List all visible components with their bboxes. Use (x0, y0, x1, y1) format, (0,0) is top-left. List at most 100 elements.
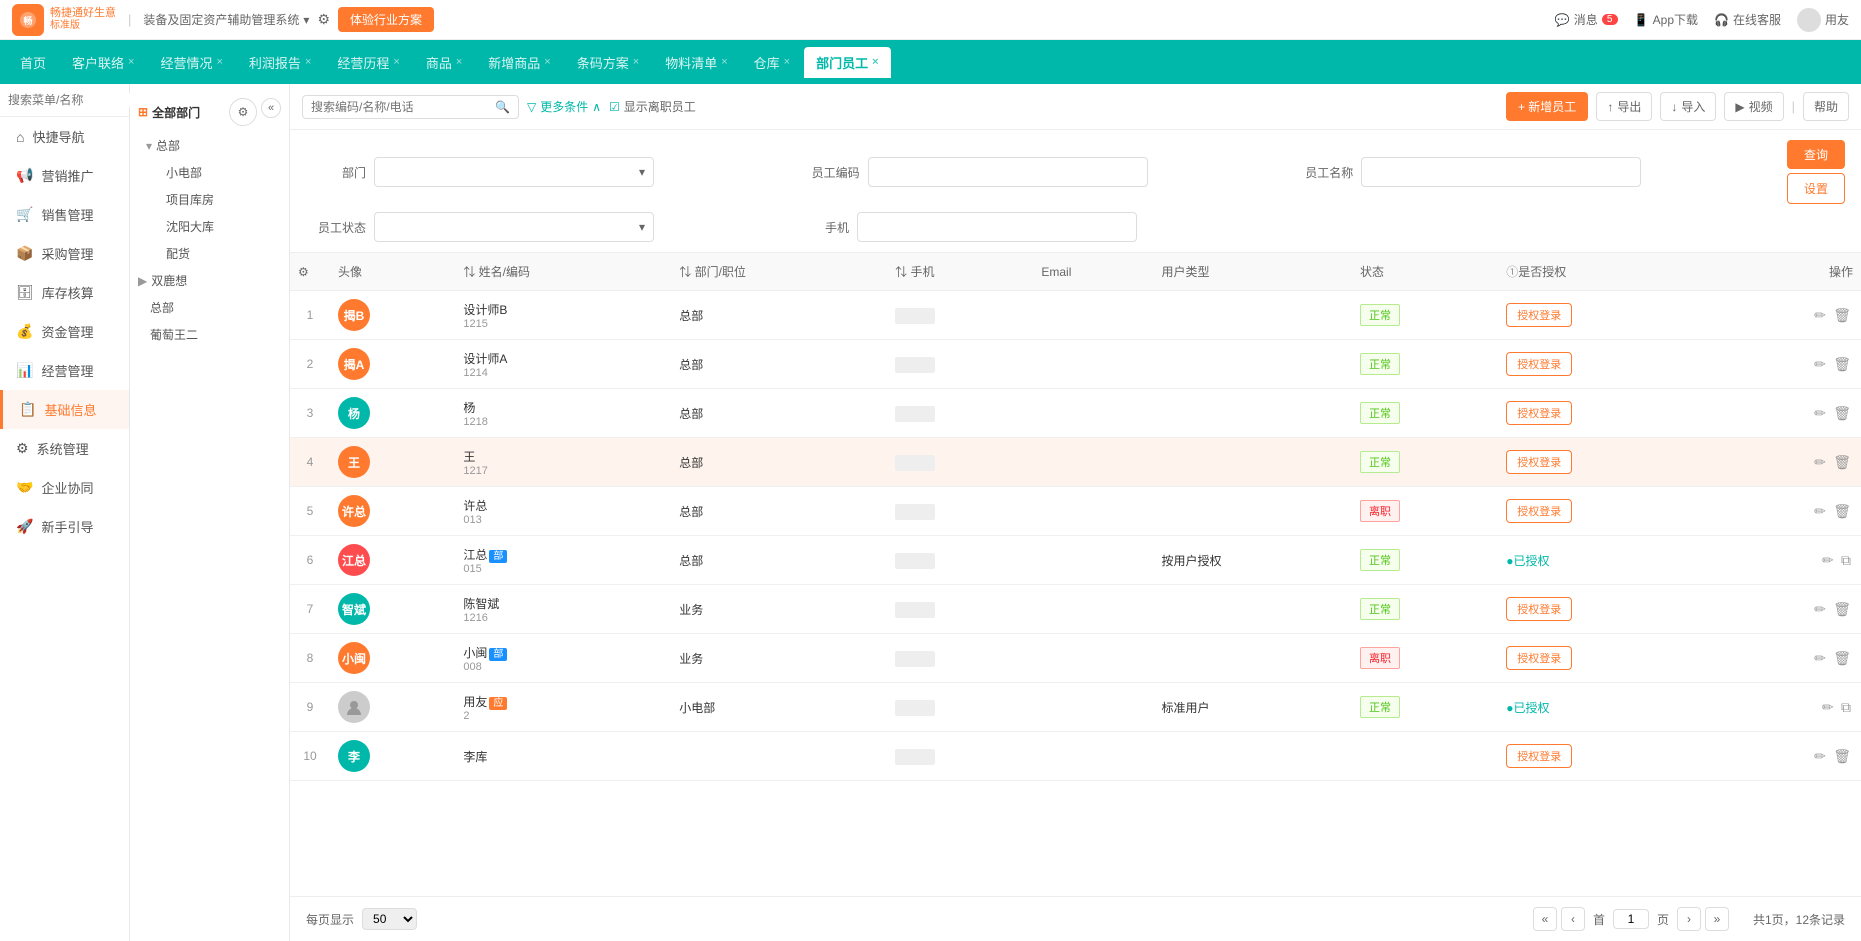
delete-button[interactable]: 🗑 (1831, 403, 1853, 423)
sidebar-item-quick-nav[interactable]: ⌂ 快捷导航 (0, 117, 129, 156)
close-icon[interactable]: × (721, 56, 727, 68)
dept-item-zongbu[interactable]: ▾ 总部 (138, 132, 289, 159)
next-page-button[interactable]: › (1677, 907, 1701, 931)
dept-item-shuangluo[interactable]: ▶ 双鹿想 (130, 267, 289, 294)
sidebar-item-basic-info[interactable]: 📋 基础信息 (0, 390, 129, 429)
tab-add-product[interactable]: 新增商品 × (476, 47, 562, 78)
close-icon[interactable]: × (216, 56, 222, 68)
edit-button[interactable]: ✏ (1812, 746, 1828, 766)
dept-item-xiaodibu[interactable]: 小电部 (150, 159, 289, 186)
sidebar-item-company[interactable]: 🤝 企业协同 (0, 468, 129, 507)
search-icon[interactable]: 🔍 (495, 100, 510, 114)
all-departments[interactable]: ⊞ 全部部门 (138, 104, 200, 121)
copy-button[interactable]: ⧉ (1839, 550, 1853, 570)
message-button[interactable]: 💬 消息 5 (1555, 11, 1618, 28)
phone-filter-input[interactable] (857, 212, 1137, 242)
close-icon[interactable]: × (305, 56, 311, 68)
close-icon[interactable]: × (393, 56, 399, 68)
emp-name-filter-input[interactable] (1361, 157, 1641, 187)
delete-button[interactable]: 🗑 (1831, 354, 1853, 374)
edit-button[interactable]: ✏ (1812, 501, 1828, 521)
online-service-button[interactable]: 🎧 在线客服 (1714, 11, 1781, 28)
col-dept[interactable]: ⇅ 部门/职位 (671, 253, 887, 291)
first-page-button[interactable]: « (1533, 907, 1557, 931)
sidebar-item-sales[interactable]: 🛒 销售管理 (0, 195, 129, 234)
close-icon[interactable]: × (872, 56, 878, 68)
close-icon[interactable]: × (633, 56, 639, 68)
auth-button[interactable]: 授权登录 (1506, 597, 1572, 621)
sidebar-item-guide[interactable]: 🚀 新手引导 (0, 507, 129, 546)
auth-button[interactable]: 授权登录 (1506, 352, 1572, 376)
emp-code-filter-input[interactable] (868, 157, 1148, 187)
close-icon[interactable]: × (456, 56, 462, 68)
dept-item-putaowang[interactable]: 葡萄王二 (130, 321, 289, 348)
import-button[interactable]: ↓ 导入 (1660, 92, 1716, 121)
tab-operations[interactable]: 经营情况 × (148, 47, 234, 78)
delete-button[interactable]: 🗑 (1831, 305, 1853, 325)
dept-item-zongbu2[interactable]: 总部 (130, 294, 289, 321)
set-button[interactable]: 设置 (1787, 173, 1845, 204)
tab-history[interactable]: 经营历程 × (325, 47, 411, 78)
export-button[interactable]: ↑ 导出 (1596, 92, 1652, 121)
sidebar-item-finance[interactable]: 💰 资金管理 (0, 312, 129, 351)
page-size-select[interactable]: 50 100 (362, 908, 417, 930)
edit-button[interactable]: ✏ (1812, 452, 1828, 472)
delete-button[interactable]: 🗑 (1831, 648, 1853, 668)
close-icon[interactable]: × (544, 56, 550, 68)
dept-item-xiangmu[interactable]: 项目库房 (150, 186, 289, 213)
auth-button[interactable]: 授权登录 (1506, 499, 1572, 523)
view-button[interactable]: ▶ 视频 (1724, 92, 1783, 121)
edit-button[interactable]: ✏ (1812, 354, 1828, 374)
tab-home[interactable]: 首页 (8, 47, 58, 78)
auth-button[interactable]: 授权登录 (1506, 401, 1572, 425)
last-page-button[interactable]: » (1705, 907, 1729, 931)
dept-filter-select[interactable]: ▾ (374, 157, 654, 187)
edit-button[interactable]: ✏ (1812, 403, 1828, 423)
tab-customer[interactable]: 客户联络 × (60, 47, 146, 78)
user-menu[interactable]: 用友 (1797, 8, 1849, 32)
delete-button[interactable]: 🗑 (1831, 746, 1853, 766)
auth-button[interactable]: 授权登录 (1506, 450, 1572, 474)
auth-button[interactable]: 授权登录 (1506, 646, 1572, 670)
sidebar-item-purchase[interactable]: 📦 采购管理 (0, 234, 129, 273)
copy-button[interactable]: ⧉ (1839, 697, 1853, 717)
delete-button[interactable]: 🗑 (1831, 452, 1853, 472)
edit-button[interactable]: ✏ (1820, 697, 1836, 717)
dept-settings-icon[interactable]: ⚙ (229, 98, 257, 126)
add-employee-button[interactable]: + 新增员工 (1506, 92, 1588, 121)
sidebar-item-inventory[interactable]: 🗄 库存核算 (0, 273, 129, 312)
edit-button[interactable]: ✏ (1812, 599, 1828, 619)
prev-page-button[interactable]: ‹ (1561, 907, 1585, 931)
status-filter-select[interactable]: ▾ (374, 212, 654, 242)
sidebar-item-system[interactable]: ⚙ 系统管理 (0, 429, 129, 468)
tab-employees[interactable]: 部门员工 × (804, 47, 890, 78)
help-button[interactable]: 帮助 (1803, 92, 1849, 121)
col-name[interactable]: ⇅ 姓名/编码 (455, 253, 671, 291)
delete-button[interactable]: 🗑 (1831, 501, 1853, 521)
query-button[interactable]: 查询 (1787, 140, 1845, 169)
edit-button[interactable]: ✏ (1820, 550, 1836, 570)
more-filters-button[interactable]: ▽ 更多条件 ∧ (527, 98, 601, 115)
edit-button[interactable]: ✏ (1812, 648, 1828, 668)
app-download-button[interactable]: 📱 App下载 (1634, 11, 1698, 28)
tab-barcode[interactable]: 条码方案 × (565, 47, 651, 78)
tab-bom[interactable]: 物料清单 × (653, 47, 739, 78)
system-title-select[interactable]: 装备及固定资产辅助管理系统 ▾ (143, 11, 309, 28)
edit-button[interactable]: ✏ (1812, 305, 1828, 325)
page-number-input[interactable] (1613, 909, 1649, 929)
tab-profit[interactable]: 利润报告 × (237, 47, 323, 78)
trial-button[interactable]: 体验行业方案 (338, 7, 434, 32)
col-settings[interactable]: ⚙ (290, 253, 330, 291)
dept-item-shenyang[interactable]: 沈阳大库 (150, 213, 289, 240)
dept-item-peihuo[interactable]: 配货 (150, 240, 289, 267)
show-resigned-checkbox[interactable]: ☑ 显示离职员工 (609, 98, 696, 115)
search-input[interactable] (311, 100, 491, 114)
auth-button[interactable]: 授权登录 (1506, 303, 1572, 327)
close-icon[interactable]: × (784, 56, 790, 68)
delete-button[interactable]: 🗑 (1831, 599, 1853, 619)
dept-collapse-button[interactable]: « (261, 98, 281, 118)
col-phone[interactable]: ⇅ 手机 (887, 253, 1033, 291)
tab-products[interactable]: 商品 × (414, 47, 474, 78)
sidebar-item-marketing[interactable]: 📢 营销推广 (0, 156, 129, 195)
settings-icon[interactable]: ⚙ (317, 11, 330, 28)
